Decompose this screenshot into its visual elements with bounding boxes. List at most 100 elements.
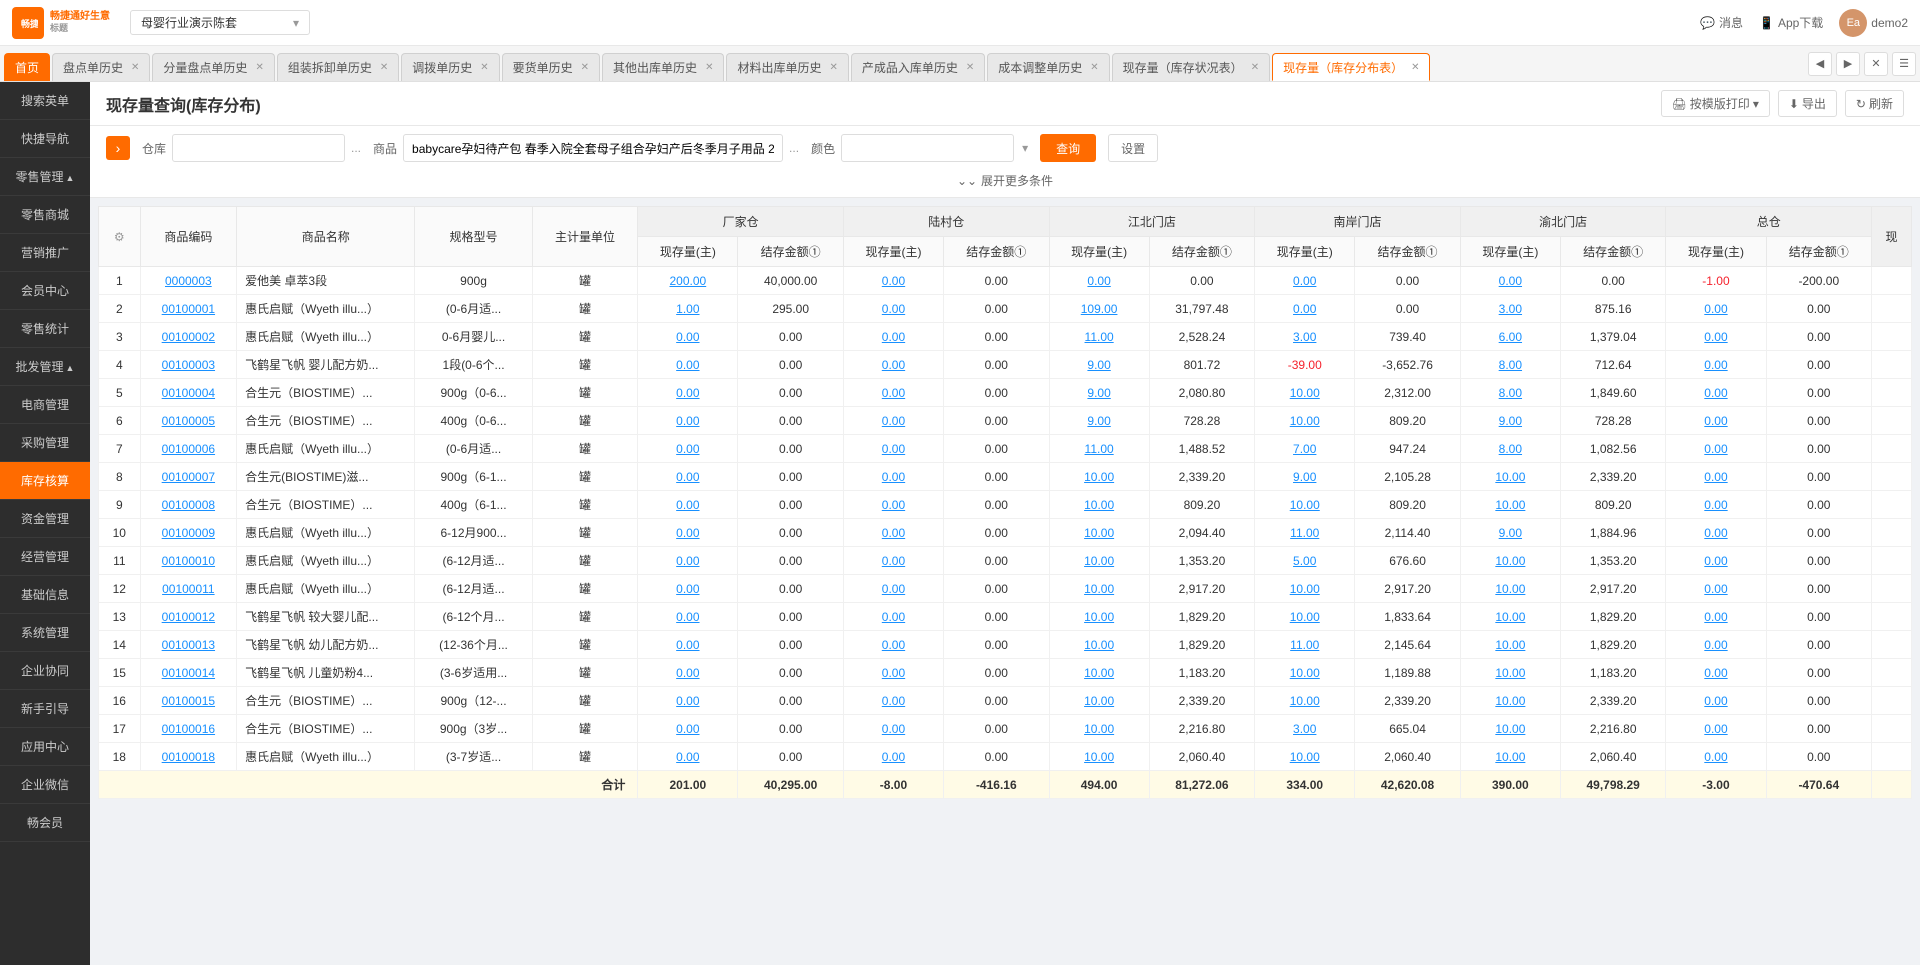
sidebar-item-16[interactable]: 新手引导 — [0, 690, 90, 728]
goods-dots[interactable]: ... — [789, 141, 799, 155]
sidebar-item-9[interactable]: 采购管理 — [0, 424, 90, 462]
sidebar-item-10[interactable]: 库存核算 — [0, 462, 90, 500]
row-changjia-cur[interactable]: 0.00 — [638, 491, 738, 519]
tab-item-7[interactable]: 材料出库单历史✕ — [726, 53, 848, 81]
expand-btn[interactable]: › — [106, 136, 130, 160]
tab-item-4[interactable]: 调拨单历史✕ — [401, 53, 499, 81]
row-yubei-cur[interactable]: 3.00 — [1460, 295, 1560, 323]
row-jiangbei-cur[interactable]: 10.00 — [1049, 659, 1149, 687]
row-jiangbei-cur[interactable]: 11.00 — [1049, 435, 1149, 463]
row-changjia-cur[interactable]: 0.00 — [638, 323, 738, 351]
row-changjia-cur[interactable]: 0.00 — [638, 631, 738, 659]
sidebar-item-6[interactable]: 零售统计 — [0, 310, 90, 348]
row-total-cur[interactable]: -1.00 — [1666, 267, 1766, 295]
tab-close-3[interactable]: ✕ — [380, 62, 388, 73]
tab-item-9[interactable]: 成本调整单历史✕ — [987, 53, 1109, 81]
row-yubei-cur[interactable]: 10.00 — [1460, 463, 1560, 491]
sidebar-item-18[interactable]: 企业微信 — [0, 766, 90, 804]
row-nangan-cur[interactable]: 10.00 — [1255, 687, 1355, 715]
row-nangan-cur[interactable]: 10.00 — [1255, 575, 1355, 603]
sidebar-item-15[interactable]: 企业协同 — [0, 652, 90, 690]
sidebar-item-3[interactable]: 零售商城 — [0, 196, 90, 234]
row-jiangbei-cur[interactable]: 10.00 — [1049, 603, 1149, 631]
tab-item-5[interactable]: 要货单历史✕ — [502, 53, 600, 81]
row-jiangbei-cur[interactable]: 10.00 — [1049, 575, 1149, 603]
warehouse-input[interactable] — [172, 134, 345, 162]
row-lucun-cur[interactable]: 0.00 — [843, 463, 943, 491]
row-changjia-cur[interactable]: 1.00 — [638, 295, 738, 323]
row-total-cur[interactable]: 0.00 — [1666, 603, 1766, 631]
tab-close-1[interactable]: ✕ — [131, 62, 139, 73]
sidebar-item-8[interactable]: 电商管理 — [0, 386, 90, 424]
tab-close-10[interactable]: ✕ — [1251, 62, 1259, 73]
row-yubei-cur[interactable]: 10.00 — [1460, 603, 1560, 631]
sidebar-item-14[interactable]: 系统管理 — [0, 614, 90, 652]
row-lucun-cur[interactable]: 0.00 — [843, 351, 943, 379]
row-yubei-cur[interactable]: 8.00 — [1460, 379, 1560, 407]
row-changjia-cur[interactable]: 0.00 — [638, 351, 738, 379]
row-jiangbei-cur[interactable]: 9.00 — [1049, 379, 1149, 407]
row-nangan-cur[interactable]: 10.00 — [1255, 407, 1355, 435]
row-yubei-cur[interactable]: 0.00 — [1460, 267, 1560, 295]
refresh-btn[interactable]: ↻ 刷新 — [1845, 90, 1904, 117]
export-btn[interactable]: ⬇ 导出 — [1778, 90, 1837, 117]
row-changjia-cur[interactable]: 0.00 — [638, 463, 738, 491]
row-jiangbei-cur[interactable]: 10.00 — [1049, 631, 1149, 659]
row-changjia-cur[interactable]: 0.00 — [638, 743, 738, 771]
row-changjia-cur[interactable]: 0.00 — [638, 519, 738, 547]
print-btn[interactable]: 🖨 按模版打印 ▾ — [1661, 90, 1770, 117]
row-total-cur[interactable]: 0.00 — [1666, 715, 1766, 743]
row-total-cur[interactable]: 0.00 — [1666, 379, 1766, 407]
search-btn[interactable]: 查询 — [1040, 134, 1096, 162]
row-lucun-cur[interactable]: 0.00 — [843, 631, 943, 659]
goods-input[interactable] — [403, 134, 783, 162]
tab-item-11[interactable]: 现存量（库存分布表）✕ — [1272, 53, 1430, 81]
row-jiangbei-cur[interactable]: 10.00 — [1049, 687, 1149, 715]
row-changjia-cur[interactable]: 0.00 — [638, 575, 738, 603]
row-changjia-cur[interactable]: 0.00 — [638, 603, 738, 631]
row-nangan-cur[interactable]: 10.00 — [1255, 743, 1355, 771]
row-jiangbei-cur[interactable]: 9.00 — [1049, 407, 1149, 435]
row-yubei-cur[interactable]: 10.00 — [1460, 547, 1560, 575]
th-settings[interactable]: ⚙ — [99, 207, 141, 267]
row-yubei-cur[interactable]: 10.00 — [1460, 659, 1560, 687]
row-total-cur[interactable]: 0.00 — [1666, 659, 1766, 687]
row-jiangbei-cur[interactable]: 10.00 — [1049, 519, 1149, 547]
row-changjia-cur[interactable]: 0.00 — [638, 379, 738, 407]
row-nangan-cur[interactable]: 11.00 — [1255, 519, 1355, 547]
company-selector[interactable]: 母婴行业演示陈套 ▾ — [130, 10, 310, 35]
row-nangan-cur[interactable]: 5.00 — [1255, 547, 1355, 575]
sidebar-item-19[interactable]: 畅会员 — [0, 804, 90, 842]
tab-close-5[interactable]: ✕ — [581, 62, 589, 73]
color-input[interactable] — [841, 134, 1014, 162]
row-total-cur[interactable]: 0.00 — [1666, 547, 1766, 575]
row-jiangbei-cur[interactable]: 109.00 — [1049, 295, 1149, 323]
tab-menu-btn[interactable]: ☰ — [1892, 52, 1916, 76]
row-total-cur[interactable]: 0.00 — [1666, 295, 1766, 323]
app-download-btn[interactable]: 📱 App下载 — [1759, 14, 1823, 31]
row-yubei-cur[interactable]: 9.00 — [1460, 519, 1560, 547]
row-changjia-cur[interactable]: 0.00 — [638, 687, 738, 715]
row-lucun-cur[interactable]: 0.00 — [843, 267, 943, 295]
row-total-cur[interactable]: 0.00 — [1666, 463, 1766, 491]
row-total-cur[interactable]: 0.00 — [1666, 687, 1766, 715]
row-lucun-cur[interactable]: 0.00 — [843, 547, 943, 575]
tab-close-7[interactable]: ✕ — [829, 62, 837, 73]
row-lucun-cur[interactable]: 0.00 — [843, 659, 943, 687]
row-jiangbei-cur[interactable]: 10.00 — [1049, 743, 1149, 771]
tab-close-8[interactable]: ✕ — [966, 62, 974, 73]
row-lucun-cur[interactable]: 0.00 — [843, 379, 943, 407]
row-total-cur[interactable]: 0.00 — [1666, 351, 1766, 379]
tab-item-2[interactable]: 分量盘点单历史✕ — [152, 53, 274, 81]
row-changjia-cur[interactable]: 0.00 — [638, 407, 738, 435]
tab-close-11[interactable]: ✕ — [1411, 62, 1419, 73]
row-nangan-cur[interactable]: 7.00 — [1255, 435, 1355, 463]
warehouse-dots[interactable]: ... — [351, 141, 361, 155]
row-total-cur[interactable]: 0.00 — [1666, 323, 1766, 351]
row-jiangbei-cur[interactable]: 10.00 — [1049, 547, 1149, 575]
sidebar-item-13[interactable]: 基础信息 — [0, 576, 90, 614]
row-lucun-cur[interactable]: 0.00 — [843, 323, 943, 351]
row-changjia-cur[interactable]: 0.00 — [638, 659, 738, 687]
row-yubei-cur[interactable]: 9.00 — [1460, 407, 1560, 435]
row-nangan-cur[interactable]: 10.00 — [1255, 491, 1355, 519]
